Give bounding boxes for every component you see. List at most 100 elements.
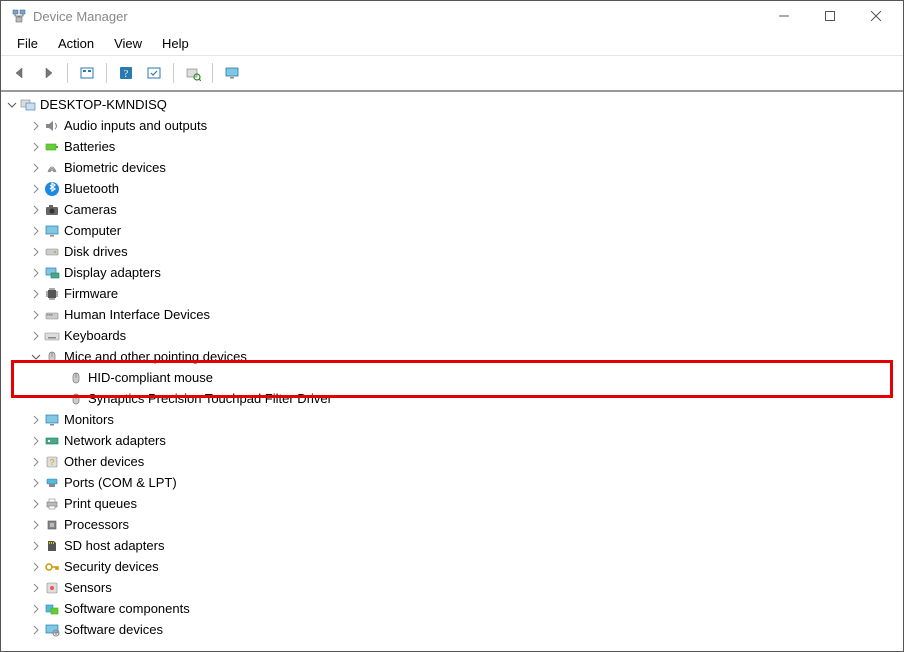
monitor-icon <box>44 412 60 428</box>
tree-label: Human Interface Devices <box>64 307 210 322</box>
tree-root[interactable]: DESKTOP-KMNDISQ <box>3 94 903 115</box>
tree-item-hid-mouse[interactable]: HID-compliant mouse <box>3 367 903 388</box>
computer-root-icon <box>20 97 36 113</box>
keyboard-icon <box>44 328 60 344</box>
scan-hardware-button[interactable] <box>180 60 206 86</box>
tree-category-computer[interactable]: Computer <box>3 220 903 241</box>
tree-category-printqueues[interactable]: Print queues <box>3 493 903 514</box>
expand-toggle[interactable] <box>29 119 43 133</box>
expand-toggle[interactable] <box>29 518 43 532</box>
sensor-icon <box>44 580 60 596</box>
expand-toggle[interactable] <box>29 434 43 448</box>
expand-toggle[interactable] <box>29 476 43 490</box>
expand-toggle[interactable] <box>29 455 43 469</box>
tree-category-security[interactable]: Security devices <box>3 556 903 577</box>
tree-category-keyboards[interactable]: Keyboards <box>3 325 903 346</box>
tree-category-mice[interactable]: Mice and other pointing devices <box>3 346 903 367</box>
expand-toggle[interactable] <box>29 539 43 553</box>
tree-category-processors[interactable]: Processors <box>3 514 903 535</box>
tree-item-synaptics-touchpad[interactable]: Synaptics Precision Touchpad Filter Driv… <box>3 388 903 409</box>
app-icon <box>11 8 27 24</box>
tree-label: Batteries <box>64 139 115 154</box>
expand-toggle[interactable] <box>29 329 43 343</box>
cpu-icon <box>44 517 60 533</box>
tree-label: Biometric devices <box>64 160 166 175</box>
tree-category-batteries[interactable]: Batteries <box>3 136 903 157</box>
speaker-icon <box>44 118 60 134</box>
tree-category-bluetooth[interactable]: Bluetooth <box>3 178 903 199</box>
tree-category-monitors[interactable]: Monitors <box>3 409 903 430</box>
back-button[interactable] <box>7 60 33 86</box>
action-button[interactable] <box>141 60 167 86</box>
forward-button[interactable] <box>35 60 61 86</box>
software-component-icon <box>44 601 60 617</box>
minimize-button[interactable] <box>761 1 807 31</box>
disk-icon <box>44 244 60 260</box>
tree-label: Monitors <box>64 412 114 427</box>
menu-help[interactable]: Help <box>152 34 199 53</box>
tree-label: Processors <box>64 517 129 532</box>
menubar: File Action View Help <box>1 31 903 56</box>
toolbar: ? <box>1 56 903 91</box>
fingerprint-icon <box>44 160 60 176</box>
expand-toggle[interactable] <box>29 203 43 217</box>
network-icon <box>44 433 60 449</box>
expand-toggle[interactable] <box>29 140 43 154</box>
expand-spacer <box>53 371 67 385</box>
svg-text:?: ? <box>50 458 55 467</box>
device-tree[interactable]: DESKTOP-KMNDISQ Audio inputs and outputs… <box>1 92 903 651</box>
help-button[interactable]: ? <box>113 60 139 86</box>
expand-toggle[interactable] <box>29 560 43 574</box>
expand-toggle[interactable] <box>29 224 43 238</box>
tree-label: Software devices <box>64 622 163 637</box>
expand-toggle[interactable] <box>29 350 43 364</box>
tree-category-firmware[interactable]: Firmware <box>3 283 903 304</box>
monitor-button[interactable] <box>219 60 245 86</box>
tree-category-biometric[interactable]: Biometric devices <box>3 157 903 178</box>
expand-toggle[interactable] <box>29 182 43 196</box>
expand-toggle[interactable] <box>29 497 43 511</box>
expand-spacer <box>53 392 67 406</box>
expand-toggle[interactable] <box>29 245 43 259</box>
bluetooth-icon <box>44 181 60 197</box>
expand-toggle[interactable] <box>29 266 43 280</box>
tree-category-otherdevices[interactable]: ? Other devices <box>3 451 903 472</box>
expand-toggle[interactable] <box>29 623 43 637</box>
key-icon <box>44 559 60 575</box>
mouse-icon <box>68 391 84 407</box>
menu-file[interactable]: File <box>7 34 48 53</box>
expand-toggle[interactable] <box>29 161 43 175</box>
content-area: DESKTOP-KMNDISQ Audio inputs and outputs… <box>1 91 903 651</box>
tree-category-sensors[interactable]: Sensors <box>3 577 903 598</box>
tree-label: Cameras <box>64 202 117 217</box>
tree-category-networkadapters[interactable]: Network adapters <box>3 430 903 451</box>
expand-toggle[interactable] <box>29 581 43 595</box>
tree-category-audio[interactable]: Audio inputs and outputs <box>3 115 903 136</box>
expand-toggle[interactable] <box>29 413 43 427</box>
show-hidden-button[interactable] <box>74 60 100 86</box>
camera-icon <box>44 202 60 218</box>
tree-category-softwaredevices[interactable]: Software devices <box>3 619 903 640</box>
menu-action[interactable]: Action <box>48 34 104 53</box>
window-title: Device Manager <box>33 9 128 24</box>
tree-category-diskdrives[interactable]: Disk drives <box>3 241 903 262</box>
expand-toggle[interactable] <box>5 98 19 112</box>
expand-toggle[interactable] <box>29 602 43 616</box>
expand-toggle[interactable] <box>29 308 43 322</box>
menu-view[interactable]: View <box>104 34 152 53</box>
tree-category-sdhost[interactable]: SD host adapters <box>3 535 903 556</box>
tree-label: Software components <box>64 601 190 616</box>
close-button[interactable] <box>853 1 899 31</box>
tree-category-cameras[interactable]: Cameras <box>3 199 903 220</box>
chip-icon <box>44 286 60 302</box>
tree-label: Other devices <box>64 454 144 469</box>
toolbar-separator <box>67 63 68 83</box>
tree-category-displayadapters[interactable]: Display adapters <box>3 262 903 283</box>
device-manager-window: Device Manager File Action View Help <box>0 0 904 652</box>
expand-toggle[interactable] <box>29 287 43 301</box>
tree-label: SD host adapters <box>64 538 164 553</box>
tree-category-hid[interactable]: Human Interface Devices <box>3 304 903 325</box>
tree-category-softwarecomponents[interactable]: Software components <box>3 598 903 619</box>
tree-category-ports[interactable]: Ports (COM & LPT) <box>3 472 903 493</box>
maximize-button[interactable] <box>807 1 853 31</box>
